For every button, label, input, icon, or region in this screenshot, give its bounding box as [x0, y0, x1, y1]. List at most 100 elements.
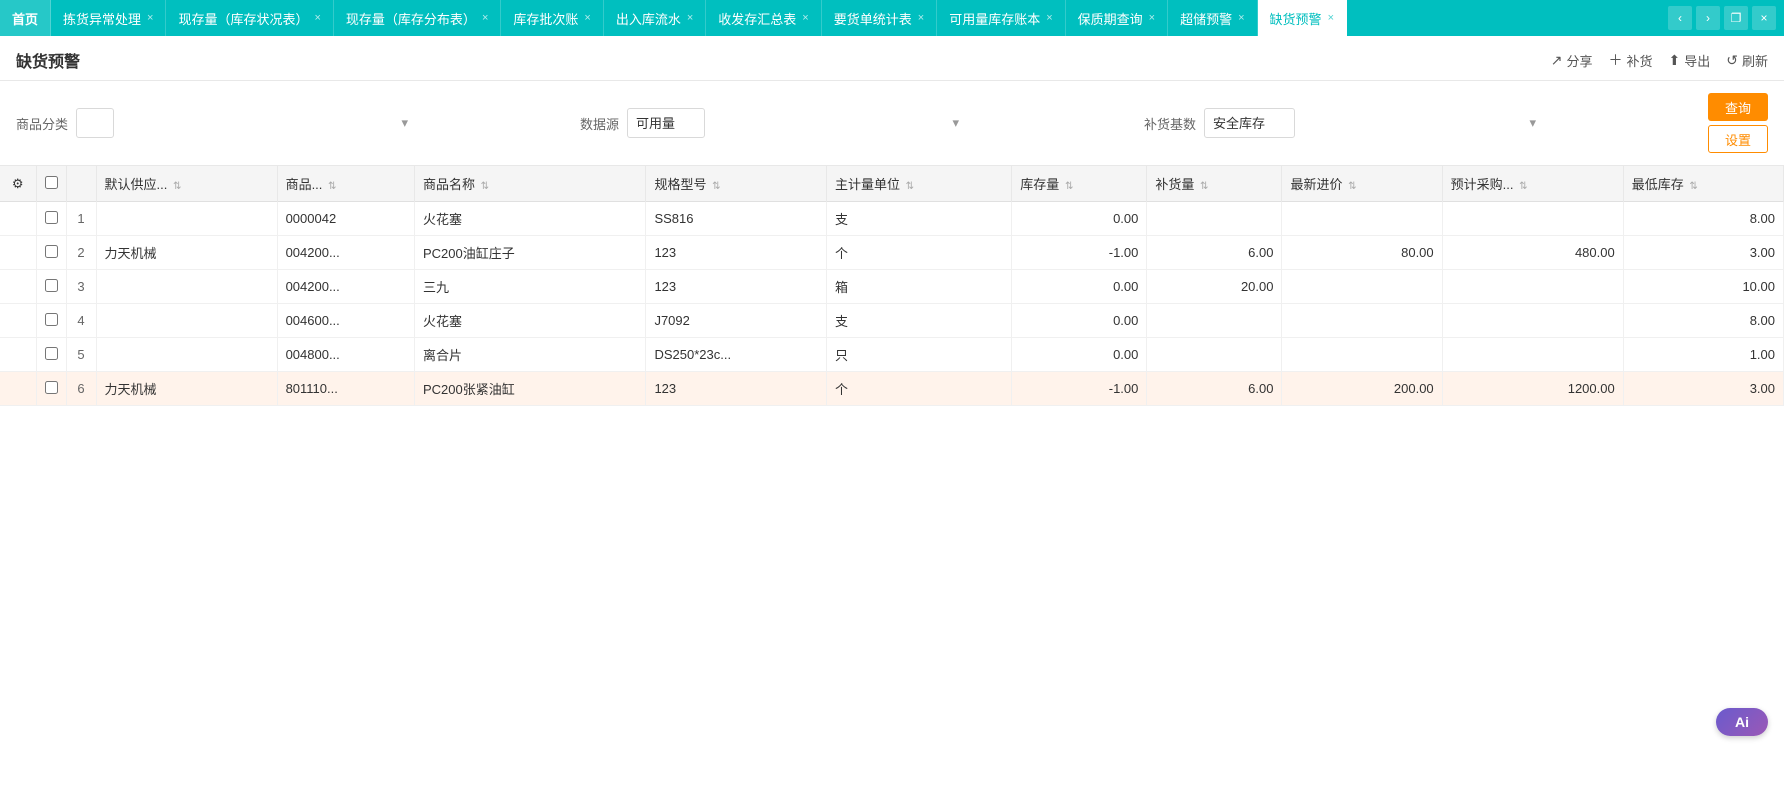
row-replenish-4: [1147, 338, 1282, 372]
nav-tab-close-11[interactable]: ×: [1328, 12, 1334, 24]
nav-tab-close-8[interactable]: ×: [1046, 12, 1052, 24]
row-name-3: 火花塞: [414, 304, 646, 338]
row-checkbox-5[interactable]: [45, 381, 58, 394]
row-check-cell-0[interactable]: [36, 202, 66, 236]
category-select-wrapper: [76, 108, 416, 138]
row-check-cell-5[interactable]: [36, 372, 66, 406]
nav-tab-11[interactable]: 缺货预警×: [1258, 0, 1347, 36]
row-code-2: 004200...: [277, 270, 414, 304]
col-spec[interactable]: 规格型号 ⇅: [646, 166, 827, 202]
nav-tab-0[interactable]: 首页: [0, 0, 51, 36]
nav-tab-5[interactable]: 出入库流水×: [604, 0, 706, 36]
nav-tab-1[interactable]: 拣货异常处理×: [51, 0, 166, 36]
nav-tab-close-2[interactable]: ×: [314, 12, 320, 24]
row-num-3: 4: [66, 304, 96, 338]
row-code-0: 0000042: [277, 202, 414, 236]
replenish-base-filter-group: 补货基数 安全库存: [1144, 108, 1684, 138]
nav-close-button[interactable]: ×: [1752, 6, 1776, 30]
replenish-action[interactable]: ＋ 补货: [1608, 50, 1652, 70]
nav-tab-3[interactable]: 现存量（库存分布表）×: [334, 0, 501, 36]
row-est-4: [1442, 338, 1623, 372]
col-stock[interactable]: 库存量 ⇅: [1012, 166, 1147, 202]
col-product-code[interactable]: 商品... ⇅: [277, 166, 414, 202]
nav-tab-2[interactable]: 现存量（库存状况表）×: [166, 0, 333, 36]
row-checkbox-4[interactable]: [45, 347, 58, 360]
nav-tab-close-7[interactable]: ×: [918, 12, 924, 24]
col-gear[interactable]: ⚙: [0, 166, 36, 202]
row-check-cell-1[interactable]: [36, 236, 66, 270]
nav-tab-6[interactable]: 收发存汇总表×: [706, 0, 821, 36]
col-min-stock[interactable]: 最低库存 ⇅: [1623, 166, 1783, 202]
row-min-stock-2: 10.00: [1623, 270, 1783, 304]
nav-tab-7[interactable]: 要货单统计表×: [822, 0, 937, 36]
row-checkbox-0[interactable]: [45, 211, 58, 224]
col-check[interactable]: [36, 166, 66, 202]
nav-tab-10[interactable]: 超储预警×: [1168, 0, 1257, 36]
row-checkbox-2[interactable]: [45, 279, 58, 292]
share-icon: ↗: [1551, 52, 1563, 69]
row-gear-1: [0, 236, 36, 270]
row-check-cell-4[interactable]: [36, 338, 66, 372]
nav-tab-close-6[interactable]: ×: [802, 12, 808, 24]
datasource-select[interactable]: 可用量: [627, 108, 705, 138]
row-check-cell-3[interactable]: [36, 304, 66, 338]
row-num-1: 2: [66, 236, 96, 270]
row-name-5: PC200张紧油缸: [414, 372, 646, 406]
row-min-stock-0: 8.00: [1623, 202, 1783, 236]
category-select[interactable]: [76, 108, 114, 138]
row-check-cell-2[interactable]: [36, 270, 66, 304]
col-product-name[interactable]: 商品名称 ⇅: [414, 166, 646, 202]
query-button[interactable]: 查询: [1708, 93, 1768, 121]
nav-next-button[interactable]: ›: [1696, 6, 1720, 30]
row-price-1: 80.00: [1282, 236, 1442, 270]
export-action[interactable]: ⬆ 导出: [1669, 51, 1711, 70]
row-supplier-1: 力天机械: [96, 236, 277, 270]
row-name-4: 离合片: [414, 338, 646, 372]
refresh-action[interactable]: ↺ 刷新: [1726, 51, 1768, 70]
col-unit[interactable]: 主计量单位 ⇅: [827, 166, 1012, 202]
row-est-3: [1442, 304, 1623, 338]
nav-tab-close-10[interactable]: ×: [1238, 12, 1244, 24]
row-unit-2: 箱: [827, 270, 1012, 304]
row-est-0: [1442, 202, 1623, 236]
row-stock-5: -1.00: [1012, 372, 1147, 406]
row-name-0: 火花塞: [414, 202, 646, 236]
row-price-5: 200.00: [1282, 372, 1442, 406]
col-replenish-qty[interactable]: 补货量 ⇅: [1147, 166, 1282, 202]
nav-tab-close-5[interactable]: ×: [687, 12, 693, 24]
col-default-supplier[interactable]: 默认供应... ⇅: [96, 166, 277, 202]
sort-icon-price: ⇅: [1348, 181, 1356, 192]
row-gear-4: [0, 338, 36, 372]
replenish-base-select[interactable]: 安全库存: [1204, 108, 1295, 138]
select-all-checkbox[interactable]: [45, 176, 58, 189]
share-action[interactable]: ↗ 分享: [1551, 51, 1593, 70]
row-stock-3: 0.00: [1012, 304, 1147, 338]
data-table: ⚙ 默认供应... ⇅ 商品... ⇅ 商品名称: [0, 166, 1784, 406]
row-num-0: 1: [66, 202, 96, 236]
share-label: 分享: [1566, 51, 1592, 70]
nav-tab-close-4[interactable]: ×: [584, 12, 590, 24]
replenish-base-label: 补货基数: [1144, 114, 1196, 133]
settings-button[interactable]: 设置: [1708, 125, 1768, 153]
table-row: 1 0000042 火花塞 SS816 支 0.00 8.00: [0, 202, 1784, 236]
ai-badge[interactable]: Ai: [1716, 708, 1768, 736]
nav-tab-close-3[interactable]: ×: [482, 12, 488, 24]
refresh-icon: ↺: [1726, 52, 1738, 69]
col-est-purchase[interactable]: 预计采购... ⇅: [1442, 166, 1623, 202]
row-supplier-2: [96, 270, 277, 304]
nav-tab-8[interactable]: 可用量库存账本×: [937, 0, 1065, 36]
nav-tab-close-1[interactable]: ×: [147, 12, 153, 24]
row-spec-0: SS816: [646, 202, 827, 236]
row-gear-0: [0, 202, 36, 236]
nav-tab-9[interactable]: 保质期查询×: [1066, 0, 1168, 36]
replenish-icon: ＋: [1608, 50, 1622, 70]
col-latest-price[interactable]: 最新进价 ⇅: [1282, 166, 1442, 202]
row-unit-4: 只: [827, 338, 1012, 372]
nav-prev-button[interactable]: ‹: [1668, 6, 1692, 30]
col-spec-label: 规格型号: [654, 177, 706, 192]
row-checkbox-1[interactable]: [45, 245, 58, 258]
nav-restore-button[interactable]: ❐: [1724, 6, 1748, 30]
nav-tab-4[interactable]: 库存批次账×: [501, 0, 603, 36]
nav-tab-close-9[interactable]: ×: [1149, 12, 1155, 24]
row-checkbox-3[interactable]: [45, 313, 58, 326]
